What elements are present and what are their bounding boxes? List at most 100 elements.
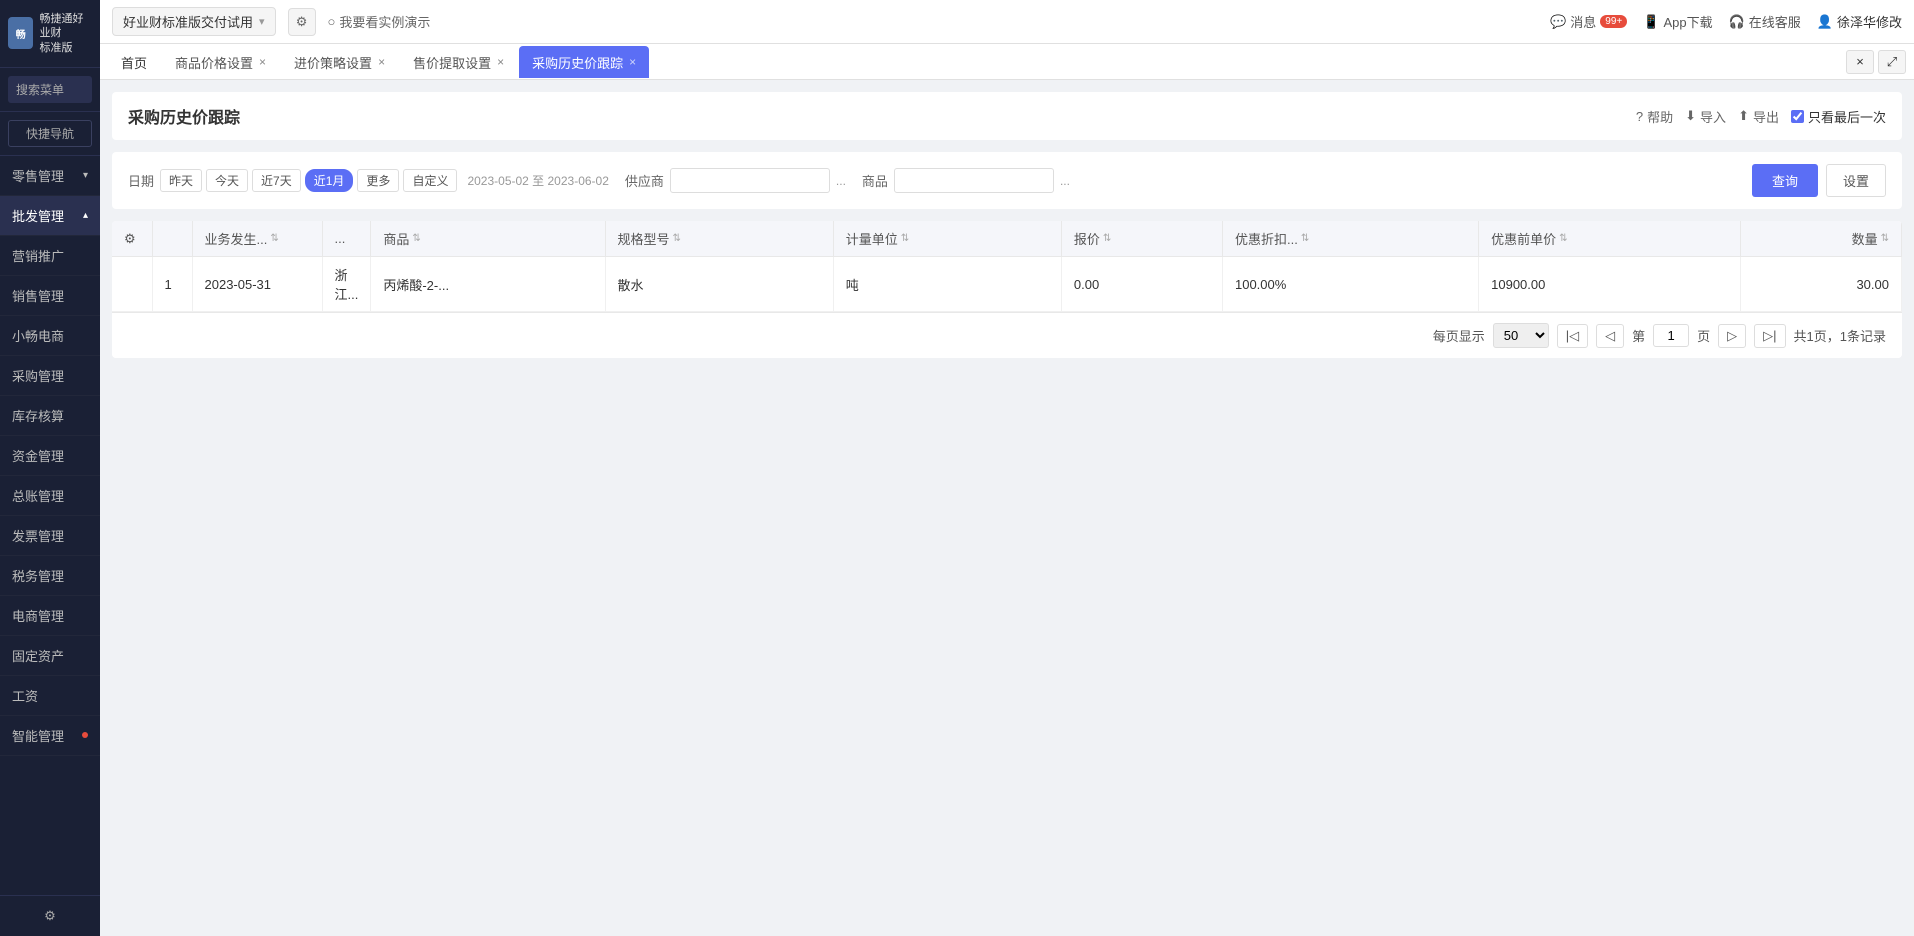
date-range-display: 2023-05-02 至 2023-06-02 [467,172,608,189]
th-price[interactable]: 报价 ⇅ [1061,221,1222,257]
th-date[interactable]: 业务发生... ⇅ [192,221,322,257]
filter-settings-button[interactable]: 设置 [1826,164,1886,197]
cell-discount: 100.00% [1222,257,1478,312]
sidebar-item-inventory[interactable]: 库存核算 [0,396,100,436]
sidebar-item-marketing[interactable]: 营销推广 [0,236,100,276]
tab-strategy[interactable]: 进价策略设置 [281,46,398,78]
tabs-bar: 首页 商品价格设置 进价策略设置 售价提取设置 采购历史价跟踪 × ⤢ [100,44,1914,80]
topbar: 好业财标准版交付试用 ▾ ⚙ ○ 我要看实例演示 💬 消息 99+ 📱 App下… [100,0,1914,44]
first-page-button[interactable]: |◁ [1557,324,1588,348]
cell-product: 丙烯酸-2-... [371,257,605,312]
supplier-more-btn[interactable]: ... [836,174,846,188]
chevron-down-icon: ▾ [259,15,265,28]
sidebar-item-ecom[interactable]: 电商管理 [0,596,100,636]
sidebar-item-finance[interactable]: 资金管理 [0,436,100,476]
supplier-filter-label: 供应商 [625,171,664,190]
sort-icon-product: ⇅ [412,233,420,244]
chevron-down-icon: ▾ [83,170,88,181]
supplier-input[interactable] [670,168,830,193]
help-button[interactable]: ? 帮助 [1636,107,1673,126]
sidebar-item-retail[interactable]: 零售管理 ▾ [0,156,100,196]
export-button[interactable]: ⬆ 导出 [1738,107,1779,126]
prev-page-button[interactable]: ◁ [1596,324,1624,348]
app-download-button[interactable]: 📱 App下载 [1643,12,1712,31]
sidebar-item-salary[interactable]: 工资 [0,676,100,716]
tab-history[interactable]: 采购历史价跟踪 [519,46,649,78]
user-menu[interactable]: 👤 徐泽华修改 [1817,12,1902,31]
close-tab-price[interactable] [259,55,266,69]
tab-sale-price[interactable]: 售价提取设置 [400,46,517,78]
next-page-button[interactable]: ▷ [1718,324,1746,348]
close-icon: × [1856,54,1864,69]
sidebar-item-tax[interactable]: 税务管理 [0,556,100,596]
th-product[interactable]: 商品 ⇅ [371,221,605,257]
close-window-button[interactable]: × [1846,50,1874,74]
sidebar-item-ledger[interactable]: 总账管理 [0,476,100,516]
page-number-input[interactable] [1653,324,1689,347]
sidebar-item-smart[interactable]: 智能管理 [0,716,100,756]
pagination: 每页显示 20 50 100 200 |◁ ◁ 第 页 ▷ ▷| 共1页，1条记… [112,312,1902,358]
customer-service-button[interactable]: 🎧 在线客服 [1729,12,1801,31]
filter-row: 日期 昨天 今天 近7天 近1月 更多 自定义 2023-05-02 至 202… [128,164,1886,197]
maximize-window-button[interactable]: ⤢ [1878,50,1906,74]
query-button[interactable]: 查询 [1752,164,1818,197]
sort-icon-price: ⇅ [1103,233,1111,244]
sidebar-item-purchase[interactable]: 采购管理 [0,356,100,396]
product-filter-group: 商品 ... [862,168,1070,193]
th-discount[interactable]: 优惠折扣... ⇅ [1222,221,1478,257]
sidebar-item-wholesale[interactable]: 批发管理 ▴ [0,196,100,236]
th-quantity[interactable]: 数量 ⇅ [1740,221,1901,257]
date-btn-today[interactable]: 今天 [206,169,248,192]
main-area: 好业财标准版交付试用 ▾ ⚙ ○ 我要看实例演示 💬 消息 99+ 📱 App下… [100,0,1914,936]
settings-gear-button[interactable]: ⚙ [288,8,316,36]
last-only-checkbox-label[interactable]: 只看最后一次 [1791,107,1886,126]
table-row: 1 2023-05-31 浙江... 丙烯酸-2-... 散水 吨 0.00 1… [112,257,1902,312]
th-more[interactable]: ... [322,221,371,257]
tab-home[interactable]: 首页 [108,46,160,78]
export-icon: ⬆ [1738,108,1749,124]
sidebar-item-invoice[interactable]: 发票管理 [0,516,100,556]
search-menu-button[interactable]: 搜索菜单 [8,76,92,103]
product-input[interactable] [894,168,1054,193]
page-title: 采购历史价跟踪 [128,104,240,128]
page-suffix: 页 [1697,326,1710,345]
import-button[interactable]: ⬇ 导入 [1685,107,1726,126]
date-btn-more[interactable]: 更多 [357,169,399,192]
demo-button[interactable]: ○ 我要看实例演示 [328,12,431,31]
total-records-label: 共1页，1条记录 [1794,326,1886,345]
maximize-icon: ⤢ [1887,54,1897,70]
gear-icon: ⚙ [296,14,308,30]
message-button[interactable]: 💬 消息 99+ [1550,12,1627,31]
quick-nav-button[interactable]: 快捷导航 [8,120,92,147]
product-more-btn[interactable]: ... [1060,174,1070,188]
sidebar-item-assets[interactable]: 固定资产 [0,636,100,676]
date-btn-last7[interactable]: 近7天 [252,169,301,192]
sidebar-settings-button[interactable]: ⚙ [0,895,100,936]
date-btn-yesterday[interactable]: 昨天 [160,169,202,192]
sort-icon-date: ⇅ [270,233,278,244]
sort-icon-spec: ⇅ [673,233,681,244]
th-pre-discount-price[interactable]: 优惠前单价 ⇅ [1479,221,1741,257]
last-page-button[interactable]: ▷| [1754,324,1785,348]
message-icon: 💬 [1550,14,1566,30]
content-area: 采购历史价跟踪 ? 帮助 ⬇ 导入 ⬆ 导出 只看最后一次 [100,80,1914,936]
th-settings[interactable]: ⚙ [112,221,152,257]
th-unit[interactable]: 计量单位 ⇅ [833,221,1061,257]
date-btn-custom[interactable]: 自定义 [403,169,457,192]
cell-spec: 散水 [605,257,833,312]
th-spec[interactable]: 规格型号 ⇅ [605,221,833,257]
sidebar-item-ecom-small[interactable]: 小畅电商 [0,316,100,356]
chevron-up-icon: ▴ [83,210,88,221]
version-selector[interactable]: 好业财标准版交付试用 ▾ [112,7,276,36]
sidebar-item-sales[interactable]: 销售管理 [0,276,100,316]
close-tab-strategy[interactable] [378,55,385,69]
per-page-select[interactable]: 20 50 100 200 [1493,323,1549,348]
cell-unit: 吨 [833,257,1061,312]
filter-area: 日期 昨天 今天 近7天 近1月 更多 自定义 2023-05-02 至 202… [112,152,1902,209]
last-only-checkbox[interactable] [1791,110,1804,123]
close-tab-history[interactable] [629,55,636,69]
close-tab-sale-price[interactable] [497,55,504,69]
date-btn-last1m[interactable]: 近1月 [305,169,354,192]
help-icon: ? [1636,109,1643,124]
tab-price[interactable]: 商品价格设置 [162,46,279,78]
